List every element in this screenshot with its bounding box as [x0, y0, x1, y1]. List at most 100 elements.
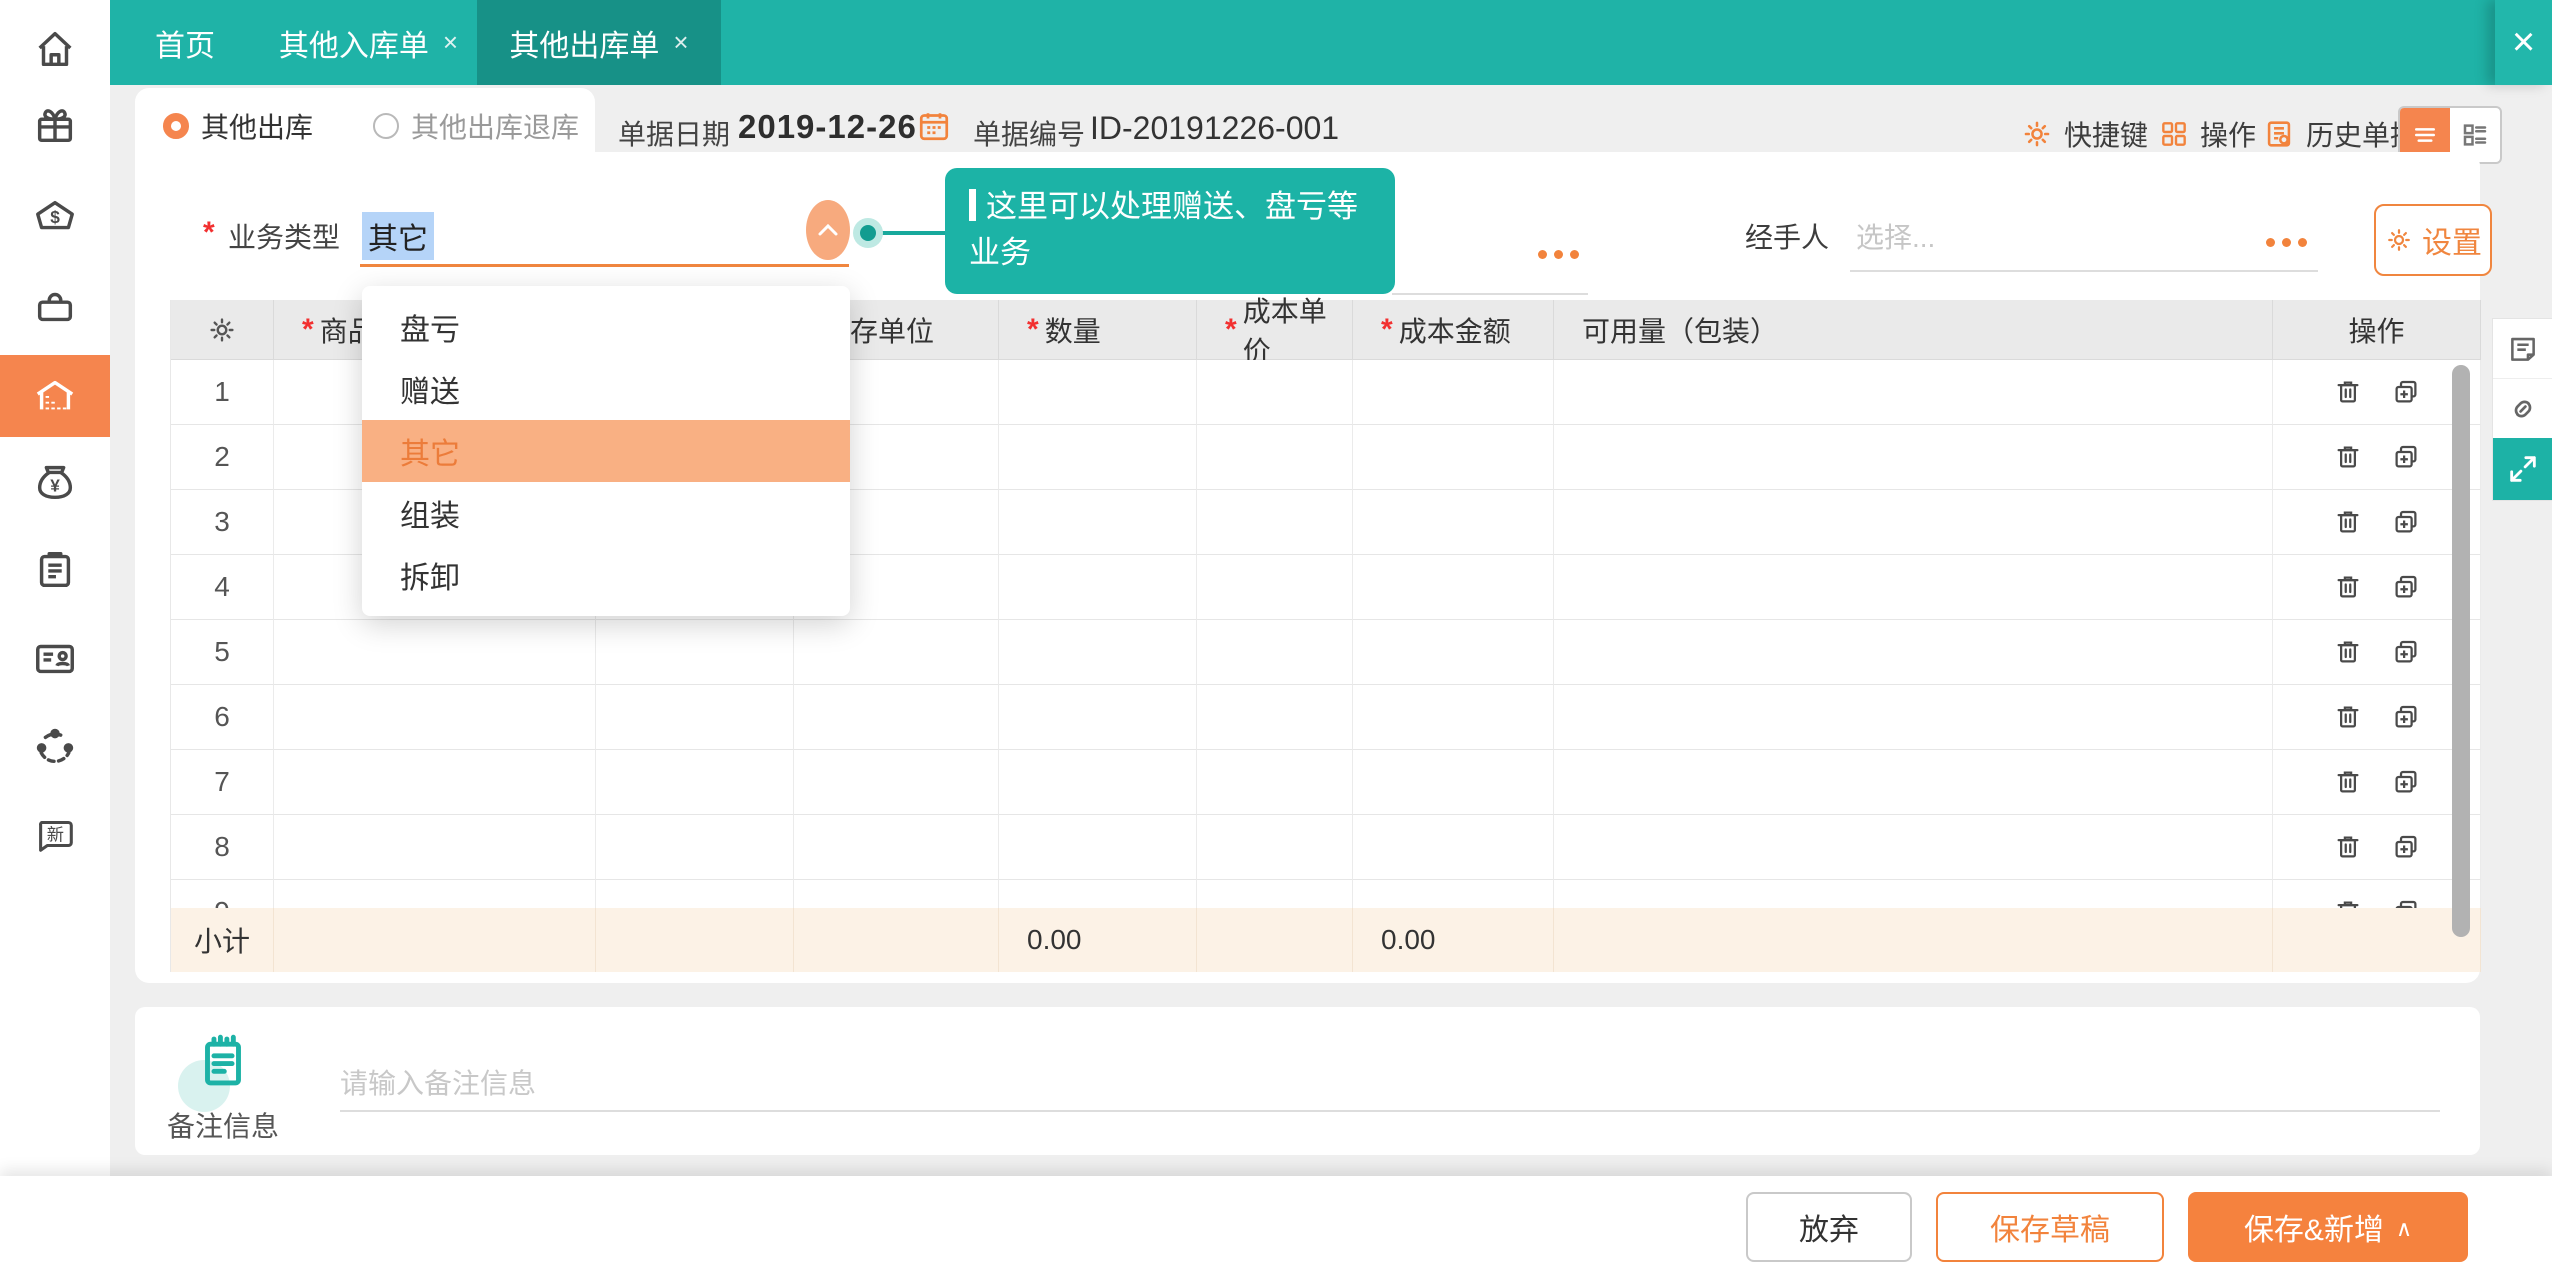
tab-close-icon[interactable]: × — [673, 27, 688, 58]
dropdown-option[interactable]: 拆卸 — [362, 544, 850, 606]
table-cell[interactable] — [1554, 555, 2273, 620]
table-cell[interactable] — [1554, 685, 2273, 750]
copy-row-icon[interactable] — [2391, 572, 2421, 602]
table-cell[interactable] — [1353, 490, 1554, 555]
table-cell[interactable] — [794, 620, 999, 685]
table-scrollbar-thumb[interactable] — [2452, 365, 2470, 937]
table-cell[interactable] — [1197, 490, 1353, 555]
table-cell[interactable] — [274, 620, 596, 685]
tab-close-icon[interactable]: × — [443, 27, 458, 58]
copy-row-icon[interactable] — [2391, 377, 2421, 407]
table-cell[interactable] — [1197, 815, 1353, 880]
table-cell[interactable] — [1353, 425, 1554, 490]
hotkeys-button[interactable]: 快捷键 — [2020, 114, 2148, 154]
sidebar-item-gift[interactable] — [0, 84, 110, 166]
actions-button[interactable]: 操作 — [2158, 114, 2256, 154]
copy-row-icon[interactable] — [2391, 767, 2421, 797]
copy-row-icon[interactable] — [2391, 702, 2421, 732]
table-cell[interactable] — [1353, 555, 1554, 620]
attachment-panel-button[interactable] — [2493, 379, 2552, 438]
table-cell[interactable] — [794, 880, 999, 908]
sidebar-item-inventory-active[interactable] — [0, 355, 110, 437]
table-cell[interactable] — [999, 685, 1197, 750]
tab-other-outbound[interactable]: 其他出库单 × — [477, 0, 721, 85]
sidebar-item-home[interactable] — [0, 8, 110, 90]
column-settings-cell[interactable] — [171, 300, 274, 360]
copy-row-icon[interactable] — [2391, 832, 2421, 862]
remarks-placeholder[interactable]: 请输入备注信息 — [340, 1062, 536, 1102]
save-draft-button[interactable]: 保存草稿 — [1936, 1192, 2164, 1262]
table-cell[interactable] — [1197, 360, 1353, 425]
table-cell[interactable] — [596, 620, 794, 685]
table-cell[interactable] — [1353, 750, 1554, 815]
copy-row-icon[interactable] — [2391, 897, 2421, 908]
copy-row-icon[interactable] — [2391, 637, 2421, 667]
sidebar-item-new[interactable]: 新 — [0, 793, 110, 875]
delete-row-icon[interactable] — [2333, 897, 2363, 908]
table-cell[interactable] — [999, 620, 1197, 685]
table-cell[interactable] — [274, 685, 596, 750]
table-cell[interactable] — [794, 685, 999, 750]
table-cell[interactable] — [999, 360, 1197, 425]
dropdown-option[interactable]: 赠送 — [362, 358, 850, 420]
sidebar-item-sales[interactable]: $ — [0, 177, 110, 259]
collapse-bubble-button[interactable] — [806, 200, 850, 260]
delete-row-icon[interactable] — [2333, 637, 2363, 667]
dropdown-option[interactable]: 组装 — [362, 482, 850, 544]
table-cell[interactable] — [1197, 880, 1353, 908]
handler-more-button[interactable] — [2266, 238, 2307, 247]
table-cell[interactable] — [1197, 555, 1353, 620]
warehouse-more-button[interactable] — [1538, 250, 1579, 259]
table-cell[interactable] — [1554, 425, 2273, 490]
settings-button[interactable]: 设置 — [2374, 204, 2492, 276]
business-type-value[interactable]: 其它 — [362, 212, 434, 260]
radio-other-outbound[interactable]: 其他出库 — [163, 106, 313, 146]
sidebar-item-cloud[interactable] — [0, 705, 110, 787]
table-cell[interactable] — [1197, 425, 1353, 490]
sidebar-item-purchase[interactable] — [0, 265, 110, 347]
radio-outbound-return[interactable]: 其他出库退库 — [373, 106, 579, 146]
table-cell[interactable] — [1554, 815, 2273, 880]
copy-row-icon[interactable] — [2391, 442, 2421, 472]
table-cell[interactable] — [999, 750, 1197, 815]
table-cell[interactable] — [1197, 685, 1353, 750]
handler-placeholder[interactable]: 选择... — [1856, 216, 1935, 256]
delete-row-icon[interactable] — [2333, 377, 2363, 407]
tab-other-inbound[interactable]: 其他入库单 × — [260, 0, 477, 85]
discard-button[interactable]: 放弃 — [1746, 1192, 1912, 1262]
table-cell[interactable] — [1197, 750, 1353, 815]
table-cell[interactable] — [1353, 360, 1554, 425]
window-close-button[interactable]: × — [2495, 0, 2552, 85]
table-cell[interactable] — [1353, 880, 1554, 908]
note-panel-button[interactable] — [2493, 319, 2552, 379]
delete-row-icon[interactable] — [2333, 702, 2363, 732]
table-cell[interactable] — [999, 490, 1197, 555]
date-value[interactable]: 2019-12-26 — [738, 108, 917, 146]
table-cell[interactable] — [274, 750, 596, 815]
delete-row-icon[interactable] — [2333, 767, 2363, 797]
calendar-icon[interactable] — [916, 108, 952, 144]
sidebar-item-orders[interactable] — [0, 529, 110, 611]
table-cell[interactable] — [1554, 620, 2273, 685]
table-cell[interactable] — [1197, 620, 1353, 685]
table-cell[interactable] — [596, 880, 794, 908]
table-cell[interactable] — [999, 815, 1197, 880]
table-cell[interactable] — [274, 815, 596, 880]
save-and-new-button[interactable]: 保存&新增 ∧ — [2188, 1192, 2468, 1262]
history-button[interactable]: 历史单据 — [2262, 114, 2418, 154]
dropdown-option-selected[interactable]: 其它 — [362, 420, 850, 482]
table-cell[interactable] — [1554, 490, 2273, 555]
dropdown-option[interactable]: 盘亏 — [362, 296, 850, 358]
table-cell[interactable] — [1554, 880, 2273, 908]
table-cell[interactable] — [1554, 750, 2273, 815]
copy-row-icon[interactable] — [2391, 507, 2421, 537]
table-cell[interactable] — [596, 685, 794, 750]
table-cell[interactable] — [999, 880, 1197, 908]
table-cell[interactable] — [999, 555, 1197, 620]
table-cell[interactable] — [794, 750, 999, 815]
table-cell[interactable] — [596, 815, 794, 880]
table-cell[interactable] — [1353, 815, 1554, 880]
table-cell[interactable] — [1353, 620, 1554, 685]
tab-home[interactable]: 首页 — [110, 0, 260, 85]
sidebar-item-funds[interactable]: ¥ — [0, 441, 110, 523]
